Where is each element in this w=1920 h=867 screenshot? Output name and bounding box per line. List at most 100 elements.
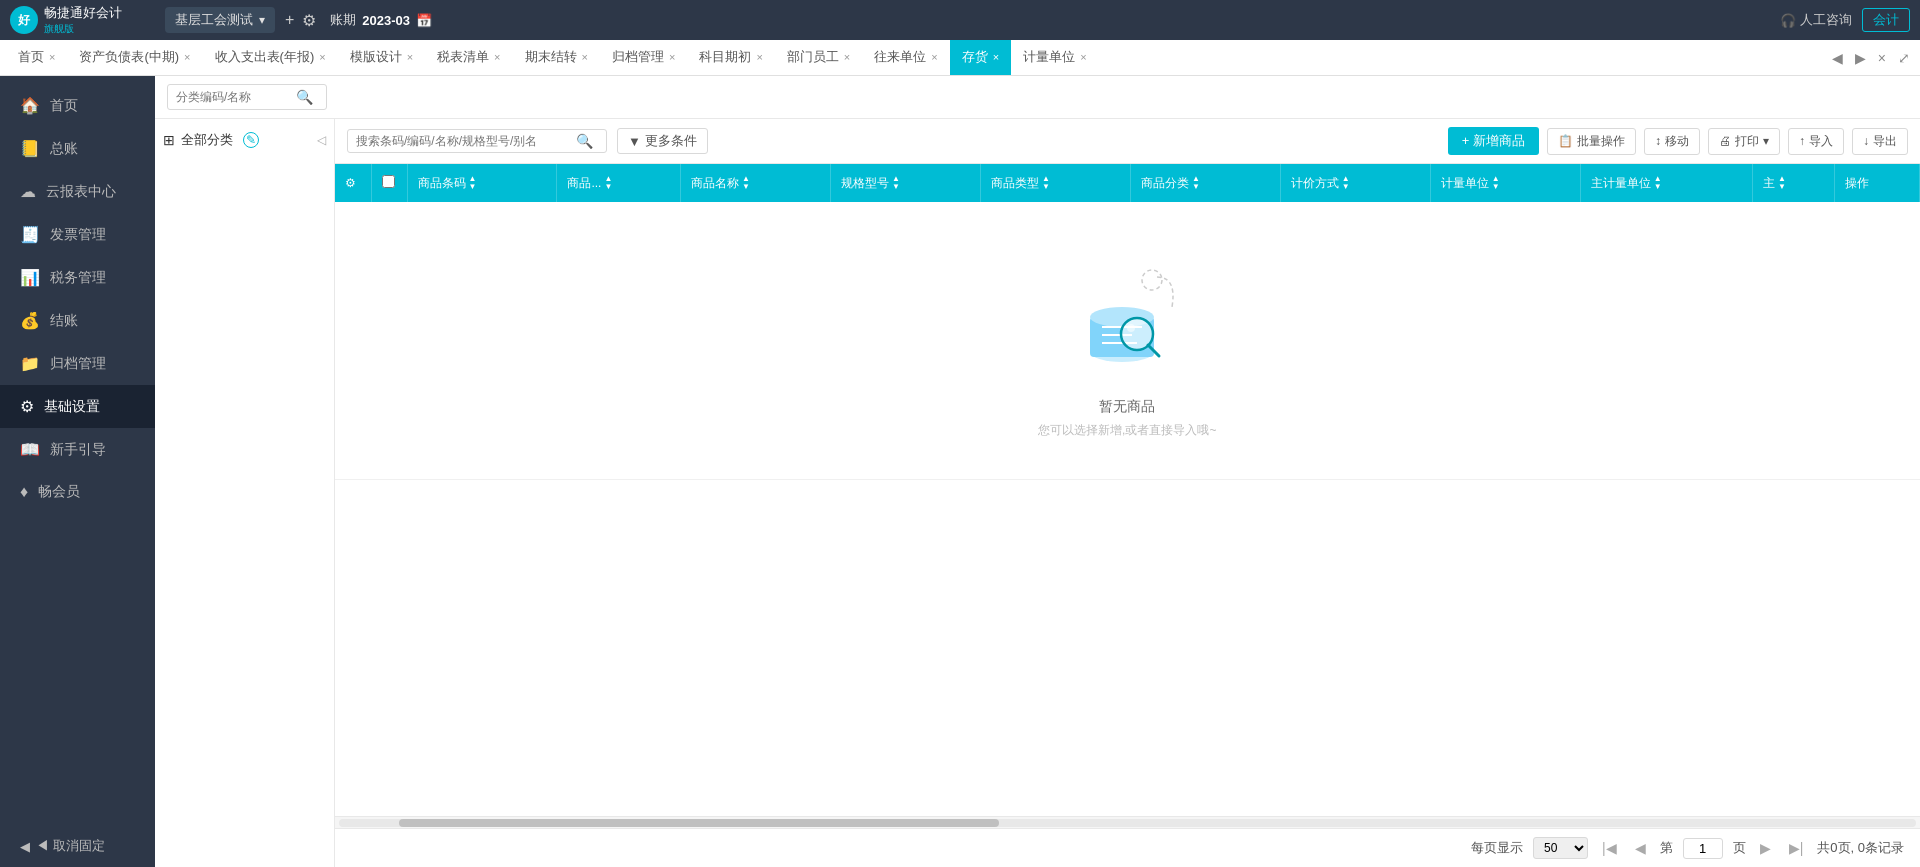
tab-next-button[interactable]: ▶ <box>1851 50 1870 66</box>
company-tab[interactable]: 基层工会测试 ▾ <box>165 7 275 33</box>
sidebar-label-settings: 基础设置 <box>44 398 100 416</box>
col-product-name[interactable]: 商品名称 ▲▼ <box>681 164 831 202</box>
col-spec[interactable]: 规格型号 ▲▼ <box>831 164 981 202</box>
first-page-button[interactable]: |◀ <box>1598 840 1621 856</box>
scrollbar-thumb[interactable] <box>399 819 999 827</box>
select-all-checkbox[interactable] <box>382 175 395 188</box>
scrollbar-area[interactable] <box>335 816 1920 828</box>
action-buttons: + 新增商品 📋 批量操作 ↕ 移动 🖨 打印 ▾ <box>1448 127 1908 155</box>
tab-maximize-button[interactable]: ⤢ <box>1894 50 1914 66</box>
add-product-button[interactable]: + 新增商品 <box>1448 127 1539 155</box>
tab-template-design[interactable]: 模版设计 × <box>338 40 425 76</box>
product-search-box[interactable]: 🔍 <box>347 129 607 153</box>
tab-archive-mgmt[interactable]: 归档管理 × <box>600 40 687 76</box>
export-button[interactable]: ↓ 导出 <box>1852 128 1908 155</box>
export-icon: ↓ <box>1863 134 1869 148</box>
kuaiji-button[interactable]: 会计 <box>1862 8 1910 32</box>
sidebar-item-archive[interactable]: 📁 归档管理 <box>0 342 155 385</box>
tab-arrows: ◀ ▶ × ⤢ <box>1828 50 1914 66</box>
close-icon[interactable]: × <box>319 51 325 63</box>
page-input[interactable] <box>1683 838 1723 859</box>
sidebar-item-invoice[interactable]: 🧾 发票管理 <box>0 213 155 256</box>
col-product-type[interactable]: 商品类型 ▲▼ <box>980 164 1130 202</box>
settings-button[interactable]: ⚙ <box>302 11 316 30</box>
top-header: 好 畅捷通好会计 旗舰版 基层工会测试 ▾ + ⚙ 账期 2023-03 📅 🎧… <box>0 0 1920 40</box>
tab-contacts[interactable]: 往来单位 × <box>862 40 949 76</box>
close-icon[interactable]: × <box>49 51 55 63</box>
close-icon[interactable]: × <box>669 51 675 63</box>
search-icon[interactable]: 🔍 <box>576 133 593 149</box>
tab-dept-staff[interactable]: 部门员工 × <box>775 40 862 76</box>
unpin-icon: ◀ <box>20 839 30 854</box>
category-search-input[interactable] <box>176 90 296 104</box>
sidebar-item-closing[interactable]: 💰 结账 <box>0 299 155 342</box>
tab-unit-measure[interactable]: 计量单位 × <box>1011 40 1098 76</box>
page-suffix: 页 <box>1733 839 1746 857</box>
batch-operation-button[interactable]: 📋 批量操作 <box>1547 128 1636 155</box>
grid-icon: ⊞ <box>163 132 175 148</box>
tab-actions: + ⚙ <box>285 11 316 30</box>
sidebar-label-vip: 畅会员 <box>38 483 80 501</box>
prev-page-button[interactable]: ◀ <box>1631 840 1650 856</box>
category-search-box[interactable]: 🔍 <box>167 84 327 110</box>
close-icon[interactable]: × <box>407 51 413 63</box>
tab-home[interactable]: 首页 × <box>6 40 67 76</box>
tab-prev-button[interactable]: ◀ <box>1828 50 1847 66</box>
col-main[interactable]: 主 ▲▼ <box>1753 164 1835 202</box>
tab-inventory[interactable]: 存货 × <box>950 40 1011 76</box>
col-unit[interactable]: 计量单位 ▲▼ <box>1430 164 1580 202</box>
col-product-category[interactable]: 商品分类 ▲▼ <box>1130 164 1280 202</box>
close-icon[interactable]: × <box>931 51 937 63</box>
close-icon[interactable]: × <box>1080 51 1086 63</box>
next-page-button[interactable]: ▶ <box>1756 840 1775 856</box>
tab-period-close[interactable]: 期末结转 × <box>513 40 600 76</box>
help-button[interactable]: 🎧 人工咨询 <box>1780 11 1852 29</box>
all-categories-item[interactable]: ⊞ 全部分类 ✎ ◁ <box>163 127 326 153</box>
last-page-button[interactable]: ▶| <box>1785 840 1808 856</box>
sidebar-item-general-ledger[interactable]: 📒 总账 <box>0 127 155 170</box>
print-button[interactable]: 🖨 打印 ▾ <box>1708 128 1780 155</box>
cloud-icon: ☁ <box>20 182 36 201</box>
move-button[interactable]: ↕ 移动 <box>1644 128 1700 155</box>
sidebar-item-home[interactable]: 🏠 首页 <box>0 84 155 127</box>
close-icon[interactable]: × <box>756 51 762 63</box>
col-price-method[interactable]: 计价方式 ▲▼ <box>1280 164 1430 202</box>
sidebar-item-basic-settings[interactable]: ⚙ 基础设置 <box>0 385 155 428</box>
close-icon[interactable]: × <box>184 51 190 63</box>
unpin-button[interactable]: ◀ ◀ 取消固定 <box>0 825 155 867</box>
edit-icon[interactable]: ✎ <box>243 132 259 148</box>
tab-income-expense[interactable]: 收入支出表(年报) × <box>203 40 338 76</box>
sidebar-item-guide[interactable]: 📖 新手引导 <box>0 428 155 471</box>
guide-icon: 📖 <box>20 440 40 459</box>
col-main-unit[interactable]: 主计量单位 ▲▼ <box>1580 164 1752 202</box>
col-checkbox[interactable] <box>371 164 407 202</box>
toolbar-row: 🔍 <box>155 76 1920 119</box>
sidebar-item-tax[interactable]: 📊 税务管理 <box>0 256 155 299</box>
collapse-icon[interactable]: ◁ <box>317 133 326 147</box>
close-icon[interactable]: × <box>582 51 588 63</box>
print-icon: 🖨 <box>1719 134 1731 148</box>
tab-subject-initial[interactable]: 科目期初 × <box>687 40 774 76</box>
sidebar-item-vip[interactable]: ♦ 畅会员 <box>0 471 155 513</box>
sidebar-item-cloud-report[interactable]: ☁ 云报表中心 <box>0 170 155 213</box>
import-button[interactable]: ↑ 导入 <box>1788 128 1844 155</box>
search-icon[interactable]: 🔍 <box>296 89 313 105</box>
svg-point-0 <box>1142 270 1162 290</box>
product-search-input[interactable] <box>356 134 576 148</box>
add-tab-button[interactable]: + <box>285 11 294 29</box>
close-icon[interactable]: × <box>993 51 999 63</box>
calendar-icon[interactable]: 📅 <box>416 13 432 28</box>
svg-point-9 <box>1127 324 1135 332</box>
close-icon[interactable]: × <box>844 51 850 63</box>
per-page-select[interactable]: 50 100 200 <box>1533 837 1588 859</box>
tab-close-all-button[interactable]: × <box>1874 50 1890 66</box>
tab-tax-list[interactable]: 税表清单 × <box>425 40 512 76</box>
col-settings[interactable]: ⚙ <box>335 164 371 202</box>
col-product-code[interactable]: 商品... ▲▼ <box>557 164 681 202</box>
tab-asset-balance[interactable]: 资产负债表(中期) × <box>67 40 202 76</box>
close-icon[interactable]: × <box>494 51 500 63</box>
archive-icon: 📁 <box>20 354 40 373</box>
more-conditions-button[interactable]: ▼ 更多条件 <box>617 128 708 154</box>
ledger-icon: 📒 <box>20 139 40 158</box>
col-barcode[interactable]: 商品条码 ▲▼ <box>407 164 557 202</box>
